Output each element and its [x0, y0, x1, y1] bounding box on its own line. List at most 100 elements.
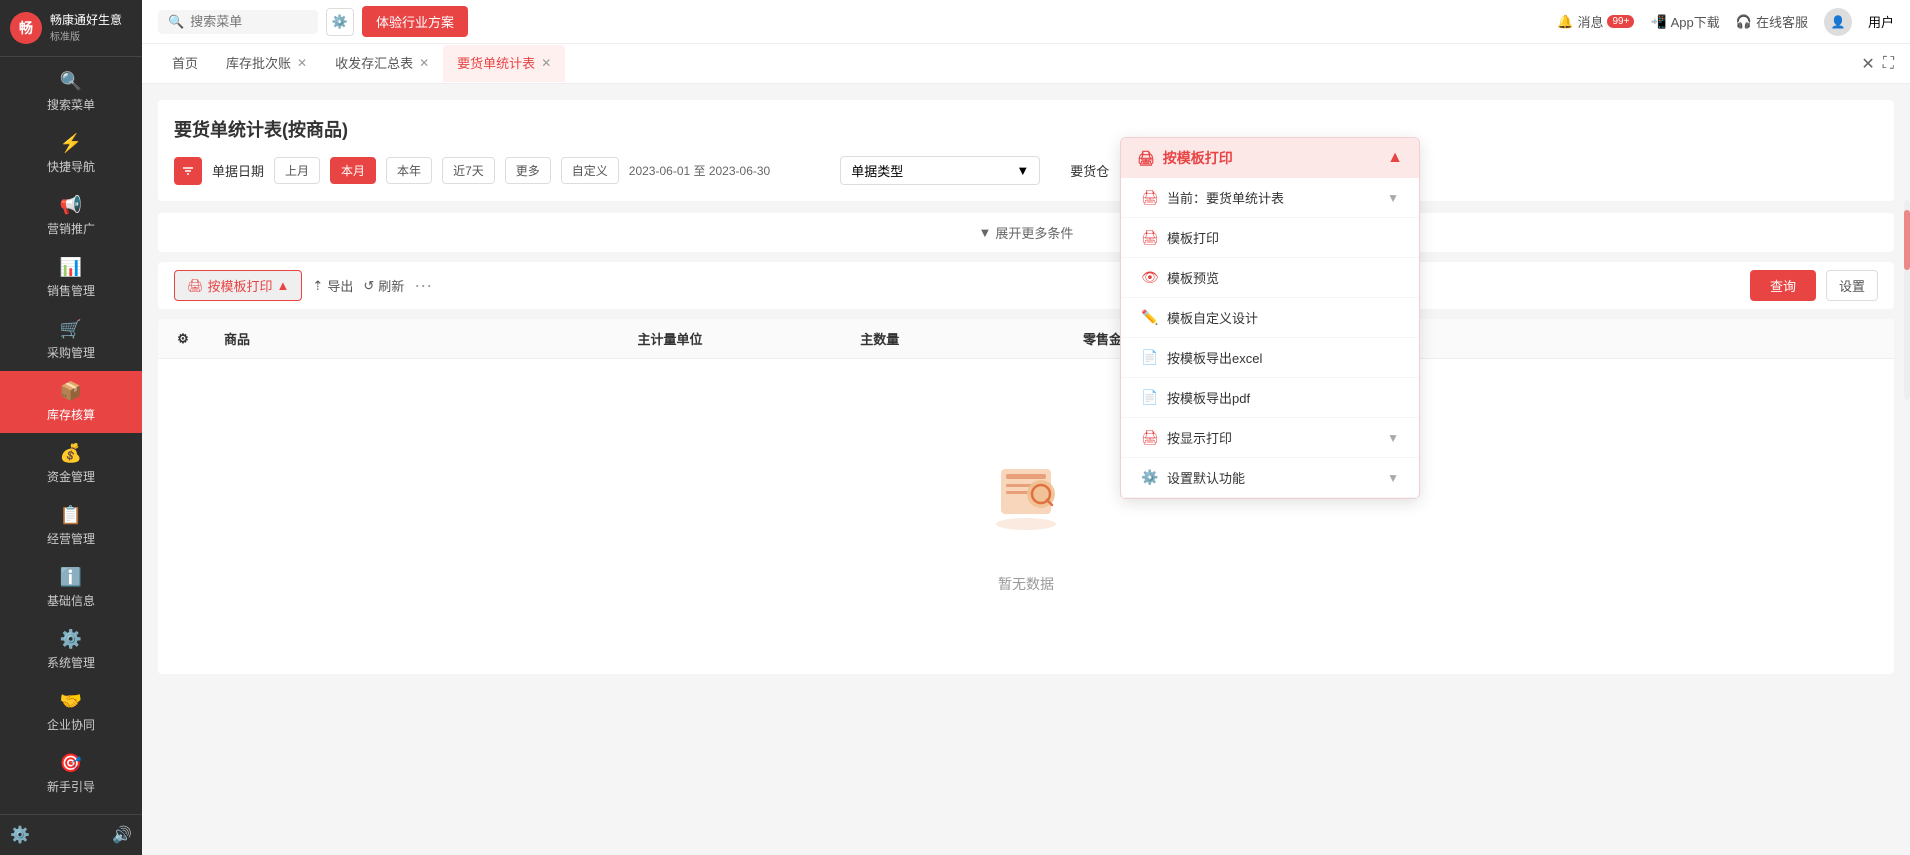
messages-btn[interactable]: 🔔 消息 99+	[1557, 12, 1634, 31]
tabs-bar: 首页 库存批次账 ✕ 收发存汇总表 ✕ 要货单统计表 ✕ ✕ ⛶	[142, 44, 1910, 84]
date-btn-7days[interactable]: 近7天	[442, 157, 495, 184]
search-input[interactable]	[190, 14, 310, 29]
search-icon: 🔍	[60, 71, 82, 92]
main-content: 🔍 ⚙️ 体验行业方案 🔔 消息 99+ 📲 App下载 🎧 在线客服 👤 用户	[142, 0, 1910, 855]
print-template-button[interactable]: 🖨 按模板打印 ▲	[174, 270, 302, 301]
tab-inventory-batch[interactable]: 库存批次账 ✕	[212, 45, 321, 82]
dropdown-header: 🖨 按模板打印 ▲	[1121, 138, 1419, 178]
current-template-arrow: ▼	[1387, 191, 1399, 205]
dropdown-current-template[interactable]: 🖨 当前：要货单统计表 ▼	[1121, 178, 1419, 218]
trial-button[interactable]: 体验行业方案	[362, 6, 468, 37]
sidebar-footer: ⚙️ 🔊	[0, 814, 142, 855]
display-print-arrow: ▼	[1387, 431, 1399, 445]
user-avatar[interactable]: 👤	[1824, 8, 1852, 36]
dropdown-template-preview[interactable]: 👁 模板预览	[1121, 258, 1419, 298]
logo-icon: 畅	[10, 12, 42, 44]
data-table: ⚙ 商品 主计量单位 主数量 零售金额	[158, 319, 1894, 674]
dropdown-export-excel[interactable]: 📄 按模板导出excel	[1121, 338, 1419, 378]
date-btn-prev-month[interactable]: 上月	[274, 157, 320, 184]
sidebar-item-purchase[interactable]: 🛒 采购管理	[0, 309, 142, 371]
tab-home[interactable]: 首页	[158, 45, 212, 82]
tab-close-order-stats[interactable]: ✕	[541, 56, 551, 70]
tab-order-stats[interactable]: 要货单统计表 ✕	[443, 45, 565, 82]
sidebar-logo: 畅 畅康通好生意 标准版	[0, 0, 142, 57]
template-print-icon: 🖨	[1141, 229, 1157, 246]
expand-chevron-icon: ▼	[979, 225, 992, 240]
template-design-icon: ✏️	[1141, 309, 1157, 326]
topbar-right: 🔔 消息 99+ 📲 App下载 🎧 在线客服 👤 用户	[1557, 8, 1894, 36]
type-select-arrow: ▼	[1016, 163, 1029, 178]
message-badge: 99+	[1607, 15, 1634, 28]
type-select[interactable]: 单据类型 ▼	[840, 156, 1040, 185]
speaker-icon[interactable]: 🔊	[112, 825, 132, 845]
info-icon: ℹ️	[60, 567, 82, 588]
sidebar-item-inventory[interactable]: 📦 库存核算	[0, 371, 142, 433]
dropdown-export-pdf[interactable]: 📄 按模板导出pdf	[1121, 378, 1419, 418]
sidebar-item-sales[interactable]: 📊 销售管理	[0, 247, 142, 309]
export-button[interactable]: ⇡ 导出	[312, 276, 353, 295]
refresh-button[interactable]: ↺ 刷新	[363, 276, 404, 295]
sidebar-item-marketing[interactable]: 📢 营销推广	[0, 185, 142, 247]
display-print-icon: 🖨	[1141, 429, 1157, 446]
search-bar[interactable]: 🔍	[158, 10, 318, 34]
export-icon: ⇡	[312, 278, 323, 294]
sidebar-item-quick-nav[interactable]: ⚡ 快捷导航	[0, 123, 142, 185]
template-icon: 🖨	[1141, 189, 1157, 206]
page-header: 要货单统计表(按商品) 单据日期 上月 本月 本年 近7天 更多 自定义	[158, 100, 1894, 201]
print-dropdown: 🖨 按模板打印 ▲ 🖨 当前：要货单统计表 ▼ 🖨 模板打印 👁 模板预览 ✏️…	[1120, 137, 1420, 499]
date-btn-custom[interactable]: 自定义	[561, 157, 619, 184]
tab-receivables[interactable]: 收发存汇总表 ✕	[321, 45, 443, 82]
date-btn-this-year[interactable]: 本年	[386, 157, 432, 184]
date-btn-this-month[interactable]: 本月	[330, 157, 376, 184]
sidebar-item-finance[interactable]: 💰 资金管理	[0, 433, 142, 495]
empty-text: 暂无数据	[998, 574, 1054, 594]
expand-window-btn[interactable]: ⛶	[1883, 55, 1894, 73]
more-options-button[interactable]: ···	[414, 275, 432, 296]
cooperation-icon: 🤝	[60, 691, 82, 712]
sidebar-item-basic-info[interactable]: ℹ️ 基础信息	[0, 557, 142, 619]
default-setting-label-container: ⚙️ 设置默认功能	[1141, 468, 1245, 487]
lightning-icon: ⚡	[60, 133, 82, 154]
expand-more-button[interactable]: ▼ 展开更多条件	[979, 223, 1074, 242]
date-btn-more[interactable]: 更多	[505, 157, 551, 184]
guide-icon: 🎯	[60, 753, 82, 774]
app-name: 畅康通好生意	[50, 13, 122, 29]
right-scrollbar[interactable]	[1904, 200, 1910, 400]
sidebar-item-operations[interactable]: 📋 经营管理	[0, 495, 142, 557]
filter-expand-icon[interactable]	[174, 157, 202, 185]
tab-close-receivables[interactable]: ✕	[419, 56, 429, 70]
dropdown-template-print[interactable]: 🖨 模板打印	[1121, 218, 1419, 258]
filter-bar: 单据日期 上月 本月 本年 近7天 更多 自定义 2023-06-01 至 20…	[174, 156, 1878, 185]
topbar-left: 🔍 ⚙️ 体验行业方案	[158, 6, 468, 37]
print-chevron-icon: ▲	[277, 278, 290, 293]
dropdown-default-setting[interactable]: ⚙️ 设置默认功能 ▼	[1121, 458, 1419, 498]
column-settings-button[interactable]: 设置	[1826, 270, 1878, 301]
app-download-btn[interactable]: 📲 App下载	[1650, 12, 1719, 31]
action-bar: 🖨 按模板打印 ▲ ⇡ 导出 ↺ 刷新 ··· 查询 设置	[158, 262, 1894, 309]
close-window-btn[interactable]: ✕	[1861, 54, 1874, 74]
app-subtitle: 标准版	[50, 28, 122, 43]
dropdown-template-design[interactable]: ✏️ 模板自定义设计	[1121, 298, 1419, 338]
dropdown-display-print[interactable]: 🖨 按显示打印 ▼	[1121, 418, 1419, 458]
sidebar-item-cooperation[interactable]: 🤝 企业协同	[0, 681, 142, 743]
settings-footer-icon[interactable]: ⚙️	[10, 825, 30, 845]
sidebar-item-app-center[interactable]: 📱 应用中心	[0, 805, 142, 814]
th-goods: 商品	[208, 329, 622, 348]
page-title: 要货单统计表(按商品)	[174, 116, 1878, 142]
sidebar-item-search[interactable]: 🔍 搜索菜单	[0, 61, 142, 123]
sidebar-item-guide[interactable]: 🎯 新手引导	[0, 743, 142, 805]
empty-illustration	[976, 439, 1076, 558]
query-button[interactable]: 查询	[1750, 270, 1816, 301]
settings-button[interactable]: ⚙️	[326, 8, 354, 36]
tab-close-inventory[interactable]: ✕	[297, 56, 307, 70]
dropdown-close-btn[interactable]: ▲	[1387, 149, 1403, 167]
th-quantity: 主数量	[844, 329, 1067, 348]
th-settings[interactable]: ⚙	[158, 331, 208, 347]
sidebar-item-system[interactable]: ⚙️ 系统管理	[0, 619, 142, 681]
table-header: ⚙ 商品 主计量单位 主数量 零售金额	[158, 319, 1894, 359]
headset-icon: 🎧	[1736, 14, 1752, 30]
online-service-btn[interactable]: 🎧 在线客服	[1736, 12, 1808, 31]
dropdown-title: 🖨 按模板打印	[1137, 148, 1233, 168]
window-controls: ✕ ⛶	[1861, 54, 1894, 74]
user-name: 用户	[1868, 12, 1894, 31]
